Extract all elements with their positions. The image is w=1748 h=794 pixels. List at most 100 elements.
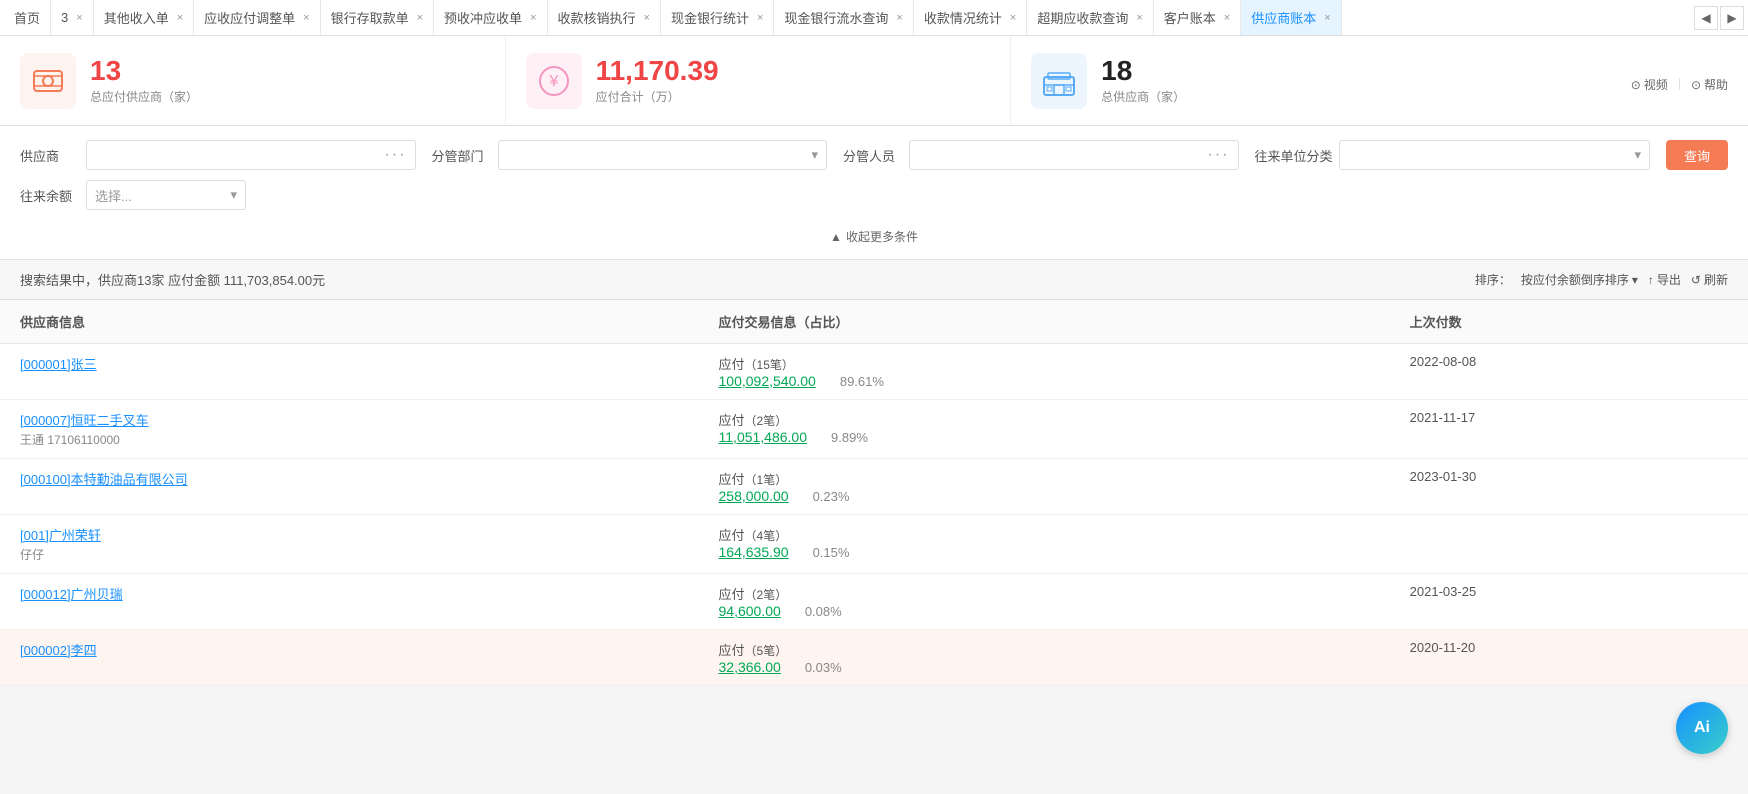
tab-close-verify[interactable]: × [644, 12, 650, 24]
filter-dept: 分管部门 ▾ [432, 140, 828, 170]
supplier-link-0[interactable]: [000001]张三 [20, 357, 97, 372]
sort-value[interactable]: 按应付余额倒序排序 ▾ [1521, 271, 1638, 288]
supplier-table: 供应商信息 应付交易信息（占比） 上次付数 [000001]张三应付（15笔）1… [0, 300, 1748, 686]
tx-amount-row-3: 164,635.900.15% [719, 544, 1370, 560]
nav-tab-cashflow[interactable]: 现金银行流水查询× [774, 0, 913, 36]
nav-tab-suppbook[interactable]: 供应商账本× [1241, 0, 1341, 36]
cell-supplier-info-5: [000002]李四 [0, 630, 699, 686]
supplier-link-4[interactable]: [000012]广州贝瑞 [20, 587, 123, 602]
cell-supplier-info-2: [000100]本特勤油品有限公司 [0, 459, 699, 515]
tx-percent-2: 0.23% [813, 489, 850, 504]
tab-close-recstat[interactable]: × [1010, 12, 1016, 24]
person-input[interactable]: ··· [909, 140, 1239, 170]
tab-close-income[interactable]: × [177, 12, 183, 24]
balance-dropdown-icon: ▾ [230, 187, 237, 203]
nav-tab-home[interactable]: 首页 [4, 0, 51, 36]
tab-close-suppbook[interactable]: × [1324, 12, 1330, 24]
cell-tx-info-0: 应付（15笔）100,092,540.0089.61% [699, 344, 1390, 400]
stats-bar: 13 总应付供应商（家） ¥ 11,170.39 应付合计（万） [0, 36, 1748, 126]
nav-tab-overdue[interactable]: 超期应收款查询× [1027, 0, 1153, 36]
result-bar-right: 排序： 按应付余额倒序排序 ▾ ↑ 导出 ↺ 刷新 [1475, 271, 1728, 288]
collapse-up-icon: ▲ [830, 230, 842, 244]
ai-button[interactable]: Ai [1676, 702, 1728, 754]
supplier-link-1[interactable]: [000007]恒旺二手叉车 [20, 413, 149, 428]
nav-prev-button[interactable]: ◀ [1694, 6, 1718, 30]
supplier-link-2[interactable]: [000100]本特勤油品有限公司 [20, 472, 188, 487]
cell-supplier-info-3: [001]广州荣轩仔仔 [0, 515, 699, 574]
last-pay-value-0: 2022-08-08 [1410, 354, 1477, 369]
export-button[interactable]: ↑ 导出 [1648, 271, 1681, 288]
tab-close-bank[interactable]: × [417, 12, 423, 24]
cell-last-pay-1: 2021-11-17 [1390, 400, 1748, 459]
total-suppliers-content: 18 总供应商（家） [1101, 56, 1185, 106]
category-label: 往来单位分类 [1255, 146, 1333, 165]
table-row: [000012]广州贝瑞应付（2笔）94,600.000.08%2021-03-… [0, 574, 1748, 630]
supplier-label: 供应商 [20, 146, 80, 165]
payable-total-content: 11,170.39 应付合计（万） [596, 56, 719, 106]
payable-total-number: 11,170.39 [596, 56, 719, 87]
result-bar: 搜索结果中，供应商13家 应付金额 111,703,854.00元 排序： 按应… [0, 260, 1748, 300]
tx-amount-0[interactable]: 100,092,540.00 [719, 373, 816, 389]
tx-amount-row-0: 100,092,540.0089.61% [719, 373, 1370, 389]
collapse-bar: ▲ 收起更多条件 [20, 220, 1728, 249]
payable-total-icon: ¥ [526, 53, 582, 109]
cell-tx-info-5: 应付（5笔）32,366.000.03% [699, 630, 1390, 686]
nav-tab-income[interactable]: 其他收入单× [94, 0, 194, 36]
header-supplier-info: 供应商信息 [0, 300, 699, 344]
tab-close-prepay[interactable]: × [530, 12, 536, 24]
cell-last-pay-0: 2022-08-08 [1390, 344, 1748, 400]
last-pay-value-2: 2023-01-30 [1410, 469, 1477, 484]
dept-select[interactable]: ▾ [498, 140, 828, 170]
nav-next-button[interactable]: ▶ [1720, 6, 1744, 30]
nav-tab-adjust[interactable]: 应收应付调整单× [194, 0, 320, 36]
tx-amount-4[interactable]: 94,600.00 [719, 603, 781, 619]
supplier-link-3[interactable]: [001]广州荣轩 [20, 528, 101, 543]
tab-close-overdue[interactable]: × [1136, 12, 1142, 24]
tx-amount-row-4: 94,600.000.08% [719, 603, 1370, 619]
supplier-link-5[interactable]: [000002]李四 [20, 643, 97, 658]
nav-tab-tab3[interactable]: 3× [51, 0, 94, 36]
nav-tab-custbook[interactable]: 客户账本× [1154, 0, 1241, 36]
nav-tab-recstat[interactable]: 收款情况统计× [914, 0, 1027, 36]
cell-last-pay-3 [1390, 515, 1748, 574]
tx-amount-5[interactable]: 32,366.00 [719, 659, 781, 675]
supplier-input[interactable]: ··· [86, 140, 416, 170]
nav-tab-bank[interactable]: 银行存取款单× [321, 0, 434, 36]
tx-amount-1[interactable]: 11,051,486.00 [719, 429, 808, 445]
cell-tx-info-3: 应付（4笔）164,635.900.15% [699, 515, 1390, 574]
stat-payable-suppliers: 13 总应付供应商（家） [0, 36, 506, 125]
supplier-sub-3: 仔仔 [20, 546, 679, 563]
query-button[interactable]: 查询 [1666, 140, 1728, 170]
stat-payable-total: ¥ 11,170.39 应付合计（万） [506, 36, 1012, 125]
supplier-dots[interactable]: ··· [385, 146, 407, 164]
tx-amount-2[interactable]: 258,000.00 [719, 488, 789, 504]
help-link[interactable]: ⊙ 帮助 [1691, 76, 1728, 93]
category-select[interactable]: ▾ [1339, 140, 1650, 170]
collapse-button[interactable]: ▲ 收起更多条件 [818, 226, 930, 247]
refresh-button[interactable]: ↺ 刷新 [1691, 271, 1728, 288]
total-suppliers-icon [1031, 53, 1087, 109]
video-link[interactable]: ⊙ 视频 [1631, 76, 1668, 93]
cell-tx-info-2: 应付（1笔）258,000.000.23% [699, 459, 1390, 515]
tx-percent-1: 9.89% [831, 430, 868, 445]
video-icon: ⊙ [1631, 78, 1641, 92]
person-dots[interactable]: ··· [1208, 146, 1230, 164]
tx-label-1: 应付（2笔） [719, 410, 1370, 429]
nav-tab-prepay[interactable]: 预收冲应收单× [434, 0, 547, 36]
tx-amount-3[interactable]: 164,635.90 [719, 544, 789, 560]
tab-close-cashstat[interactable]: × [757, 12, 763, 24]
filter-row-1: 供应商 ··· 分管部门 ▾ 分管人员 ··· 往来单位分类 ▾ [20, 140, 1728, 170]
sort-dropdown-icon: ▾ [1632, 273, 1638, 287]
tab-close-adjust[interactable]: × [303, 12, 309, 24]
cell-last-pay-5: 2020-11-20 [1390, 630, 1748, 686]
result-summary: 搜索结果中，供应商13家 应付金额 111,703,854.00元 [20, 270, 325, 289]
last-pay-value-4: 2021-03-25 [1410, 584, 1477, 599]
balance-select[interactable]: 选择... ▾ [86, 180, 246, 210]
table-row: [000001]张三 应付（15笔）100,092,540.0089.61% 202… [0, 344, 1748, 400]
tab-close-cashflow[interactable]: × [896, 12, 902, 24]
tab-close-tab3[interactable]: × [76, 12, 82, 24]
tab-close-custbook[interactable]: × [1224, 12, 1230, 24]
nav-tab-verify[interactable]: 收款核销执行× [548, 0, 661, 36]
nav-tab-cashstat[interactable]: 现金银行统计× [661, 0, 774, 36]
balance-label: 往来余额 [20, 186, 80, 205]
